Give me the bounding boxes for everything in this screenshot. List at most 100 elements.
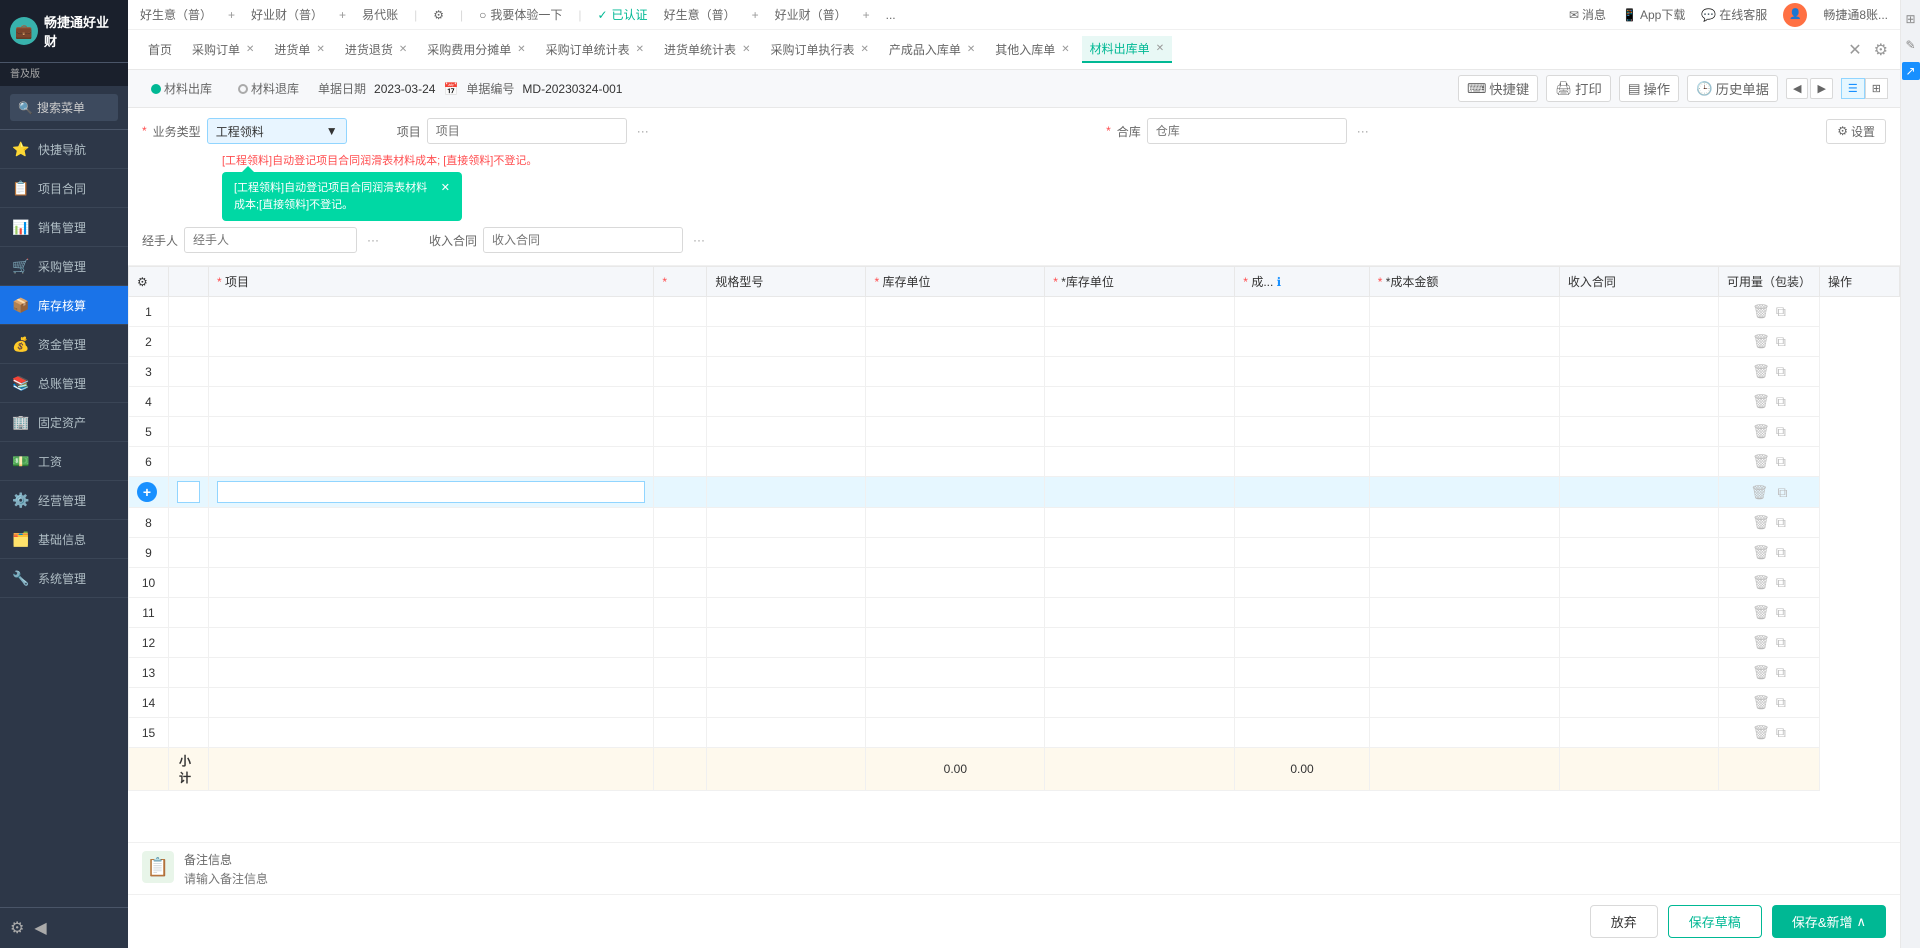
cell-cost[interactable] [1045,327,1235,357]
side-tool-3[interactable]: ↗ [1902,62,1920,80]
tab-purchase-order[interactable]: 采购订单 ✕ [184,37,262,62]
grid-view-button[interactable]: ⊞ [1865,78,1888,99]
cell-spec[interactable] [654,568,707,598]
cell-product[interactable] [209,508,654,538]
cell-income-contract[interactable] [1369,508,1559,538]
cell-available-active[interactable] [1559,477,1718,508]
notif-good-biz2[interactable]: 好生意（普） [664,6,736,23]
cell-project[interactable] [169,568,209,598]
sidebar-item-base[interactable]: 🗂️ 基础信息 [0,520,128,559]
cell-project[interactable] [169,628,209,658]
active-project-input[interactable] [177,481,200,503]
cell-project[interactable] [169,718,209,748]
delete-row-button[interactable]: 🗑 [1749,542,1773,563]
sidebar-item-quick-nav[interactable]: ⭐ 快捷导航 [0,130,128,169]
cell-cost-amount[interactable] [1235,508,1369,538]
delete-row-button[interactable]: 🗑 [1749,391,1773,412]
cell-spec[interactable] [654,357,707,387]
copy-row-button[interactable]: ⧉ [1773,421,1789,442]
cell-income-contract[interactable] [1369,387,1559,417]
discard-button[interactable]: 放弃 [1590,905,1658,938]
notif-good-wealth2[interactable]: 好业财（普） [775,6,847,23]
cell-quantity[interactable] [866,718,1045,748]
save-draft-button[interactable]: 保存草稿 [1668,905,1762,938]
close-tab-purchase-order[interactable]: ✕ [246,44,254,55]
cell-available[interactable] [1559,297,1718,327]
th-settings[interactable]: ⚙ [129,267,169,297]
cell-available[interactable] [1559,387,1718,417]
cell-quantity[interactable] [866,598,1045,628]
cell-income-contract[interactable] [1369,628,1559,658]
notes-input[interactable] [184,872,1886,886]
notif-easy-rep[interactable]: 易代账 [362,6,398,23]
cell-quantity[interactable] [866,327,1045,357]
cell-income-contract[interactable] [1369,357,1559,387]
cell-cost-amount[interactable] [1235,568,1369,598]
close-tab-purchase-expense[interactable]: ✕ [517,44,525,55]
cell-cost[interactable] [1045,688,1235,718]
cell-project[interactable] [169,297,209,327]
warehouse-dots[interactable]: ··· [1357,124,1369,138]
cell-available[interactable] [1559,568,1718,598]
copy-row-button[interactable]: ⧉ [1773,632,1789,653]
delete-row-button[interactable]: 🗑 [1749,662,1773,683]
cell-cost-amount[interactable] [1235,357,1369,387]
close-all-icon[interactable]: ✕ [1848,40,1861,60]
message-button[interactable]: ✉ 消息 [1569,3,1606,27]
cell-spec[interactable] [654,688,707,718]
cell-spec[interactable] [654,327,707,357]
cell-spec[interactable] [654,628,707,658]
cell-quantity[interactable] [866,658,1045,688]
cell-cost-amount[interactable] [1235,658,1369,688]
copy-row-button[interactable]: ⧉ [1773,391,1789,412]
cell-quantity[interactable] [866,297,1045,327]
save-new-button[interactable]: 保存&新增 ∧ [1772,905,1886,938]
project-input[interactable] [427,118,627,144]
cell-quantity-active[interactable] [866,477,1045,508]
cell-spec[interactable] [654,417,707,447]
copy-row-button[interactable]: ⧉ [1773,602,1789,623]
cell-stock-unit[interactable] [707,688,866,718]
cell-cost-amount[interactable] [1235,538,1369,568]
cell-product[interactable] [209,387,654,417]
cell-stock-unit[interactable] [707,718,866,748]
print-button[interactable]: 🖨 打印 [1546,75,1611,102]
business-type-select[interactable]: 工程领料 ▼ [207,118,347,144]
close-tab-inbound-return[interactable]: ✕ [399,44,407,55]
copy-row-button[interactable]: ⧉ [1773,572,1789,593]
cell-income-contract[interactable] [1369,598,1559,628]
form-settings-button[interactable]: ⚙ 设置 [1826,119,1886,144]
operation-button[interactable]: ▤ 操作 [1619,75,1679,102]
sidebar-settings-button[interactable]: ⚙ [10,918,24,938]
cell-cost[interactable] [1045,658,1235,688]
cell-quantity[interactable] [866,357,1045,387]
cell-project[interactable] [169,447,209,477]
copy-row-button[interactable]: ⧉ [1773,662,1789,683]
cell-income-contract[interactable] [1369,658,1559,688]
copy-row-button[interactable]: ⧉ [1773,331,1789,352]
cell-cost[interactable] [1045,387,1235,417]
cell-stock-unit[interactable] [707,327,866,357]
sidebar-item-operations[interactable]: ⚙️ 经营管理 [0,481,128,520]
cell-project[interactable] [169,658,209,688]
cell-income-contract[interactable] [1369,568,1559,598]
cell-product[interactable] [209,417,654,447]
notif-experience[interactable]: ○ 我要体验一下 [479,6,562,23]
cell-spec[interactable] [654,658,707,688]
cell-quantity[interactable] [866,538,1045,568]
tab-inbound-return[interactable]: 进货退货 ✕ [337,37,415,62]
cell-product[interactable] [209,718,654,748]
close-tab-inbound-stat[interactable]: ✕ [742,44,750,55]
cell-stock-unit[interactable] [707,568,866,598]
cell-cost[interactable] [1045,598,1235,628]
notif-good-biz[interactable]: 好生意（普） [140,6,212,23]
cell-cost-amount-active[interactable] [1235,477,1369,508]
cell-spec[interactable] [654,718,707,748]
tab-material-return[interactable]: 材料退库 [227,76,310,101]
delete-row-button[interactable]: 🗑 [1749,451,1773,472]
cell-project[interactable] [169,357,209,387]
project-dots[interactable]: ··· [637,124,649,138]
cell-cost[interactable] [1045,357,1235,387]
cell-stock-unit-active[interactable] [707,477,866,508]
cell-product-active[interactable] [209,477,654,508]
